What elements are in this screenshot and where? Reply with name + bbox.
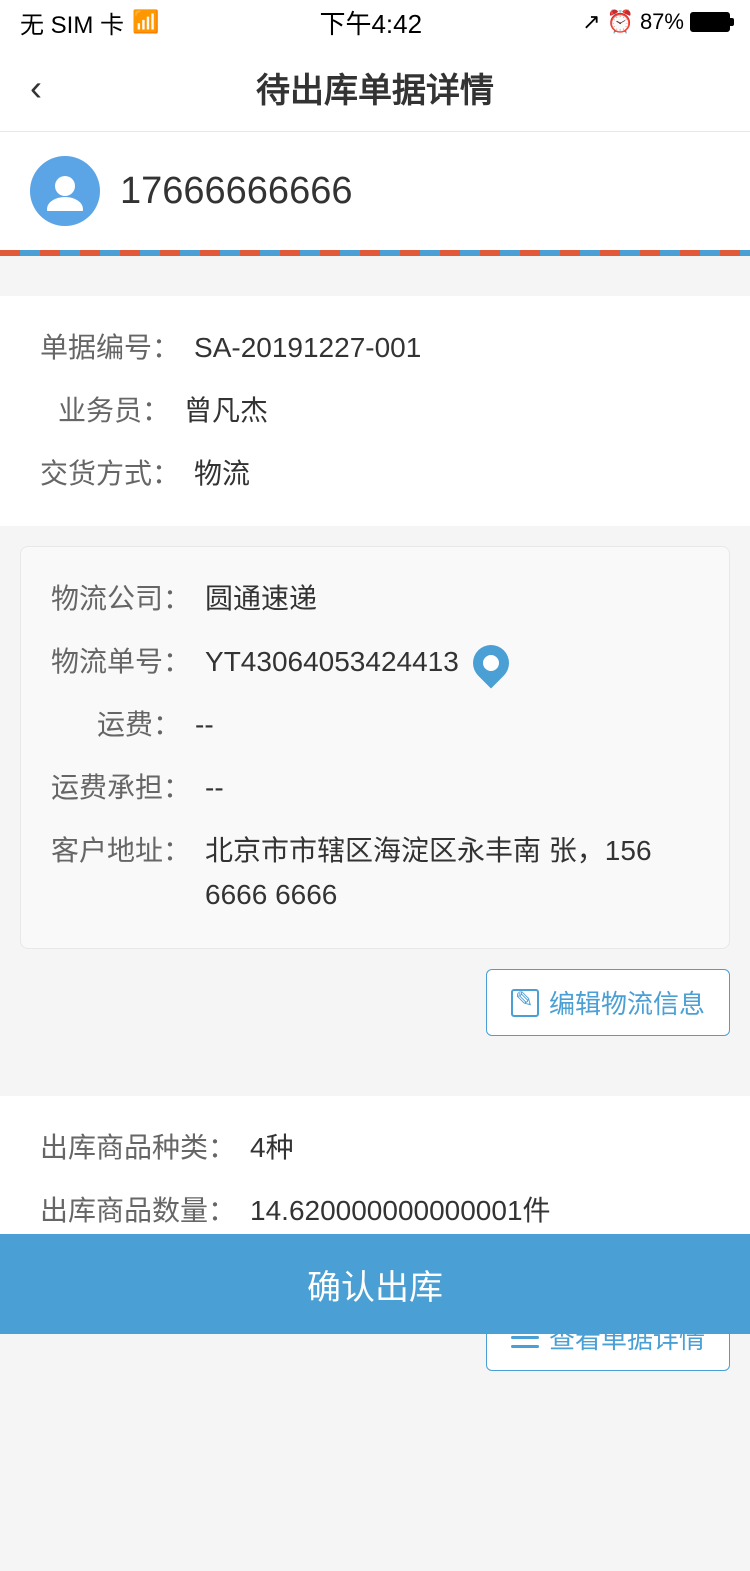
freight-value: -- — [195, 703, 699, 748]
salesman-label: 业务员： — [40, 389, 170, 434]
edit-btn-wrapper: 编辑物流信息 — [0, 949, 750, 1036]
freight-bear-row: 运费承担： -- — [51, 766, 699, 811]
battery-label: 87% — [640, 9, 684, 35]
address-row: 客户地址： 北京市市辖区海淀区永丰南 张，156 6666 6666 — [51, 829, 699, 919]
salesman-value: 曾凡杰 — [184, 389, 710, 434]
location-pin-icon[interactable] — [465, 637, 516, 688]
logistics-company-value: 圆通速递 — [205, 577, 699, 622]
location-icon: ↗ — [582, 9, 600, 35]
salesman-row: 业务员： 曾凡杰 — [40, 389, 710, 434]
product-quantity-value: 14.620000000000001件 — [250, 1189, 710, 1234]
logistics-company-label: 物流公司： — [51, 577, 191, 622]
bottom-spacer — [0, 1371, 750, 1571]
confirm-button[interactable]: 确认出库 — [0, 1234, 750, 1334]
address-label: 客户地址： — [51, 829, 191, 874]
customer-header: 17666666666 — [0, 132, 750, 250]
delivery-label: 交货方式： — [40, 452, 180, 497]
freight-row: 运费： -- — [51, 703, 699, 748]
tracking-value: YT43064053424413 — [205, 640, 699, 685]
gap2 — [0, 1036, 750, 1056]
tracking-label: 物流单号： — [51, 640, 191, 685]
product-quantity-row: 出库商品数量： 14.620000000000001件 — [40, 1189, 710, 1234]
doc-number-value: SA-20191227-001 — [194, 326, 710, 371]
delivery-row: 交货方式： 物流 — [40, 452, 710, 497]
freight-bear-value: -- — [205, 766, 699, 811]
customer-phone: 17666666666 — [120, 170, 352, 213]
logistics-company-row: 物流公司： 圆通速递 — [51, 577, 699, 622]
status-time: 下午4:42 — [319, 4, 422, 41]
carrier-label: 无 SIM 卡 — [20, 5, 124, 40]
nav-bar: ‹ 待出库单据详情 — [0, 44, 750, 132]
avatar — [30, 156, 100, 226]
freight-bear-label: 运费承担： — [51, 766, 191, 811]
edit-btn-label: 编辑物流信息 — [549, 984, 705, 1021]
doc-number-label: 单据编号： — [40, 326, 180, 371]
wifi-icon: 📶 — [132, 9, 159, 35]
logistics-section: 物流公司： 圆通速递 物流单号： YT43064053424413 运费： --… — [20, 546, 730, 949]
gap1 — [0, 256, 750, 276]
product-types-row: 出库商品种类： 4种 — [40, 1126, 710, 1171]
status-right: ↗ ⏰ 87% — [582, 9, 730, 35]
doc-info-section: 单据编号： SA-20191227-001 业务员： 曾凡杰 交货方式： 物流 — [0, 296, 750, 526]
delivery-value: 物流 — [194, 452, 710, 497]
freight-label: 运费： — [51, 703, 181, 748]
page-title: 待出库单据详情 — [256, 63, 494, 112]
back-button[interactable]: ‹ — [30, 67, 90, 109]
address-value: 北京市市辖区海淀区永丰南 张，156 6666 6666 — [205, 829, 699, 919]
product-quantity-label: 出库商品数量： — [40, 1189, 236, 1234]
confirm-btn-label: 确认出库 — [307, 1260, 443, 1309]
avatar-icon — [45, 171, 85, 211]
tracking-row: 物流单号： YT43064053424413 — [51, 640, 699, 685]
product-types-label: 出库商品种类： — [40, 1126, 236, 1171]
battery-icon — [690, 12, 730, 32]
alarm-icon: ⏰ — [607, 9, 634, 35]
gap3 — [0, 1056, 750, 1076]
product-types-value: 4种 — [250, 1126, 710, 1171]
status-left: 无 SIM 卡 📶 — [20, 5, 159, 40]
status-bar: 无 SIM 卡 📶 下午4:42 ↗ ⏰ 87% — [0, 0, 750, 44]
doc-number-row: 单据编号： SA-20191227-001 — [40, 326, 710, 371]
edit-icon — [511, 989, 539, 1017]
edit-logistics-button[interactable]: 编辑物流信息 — [486, 969, 730, 1036]
